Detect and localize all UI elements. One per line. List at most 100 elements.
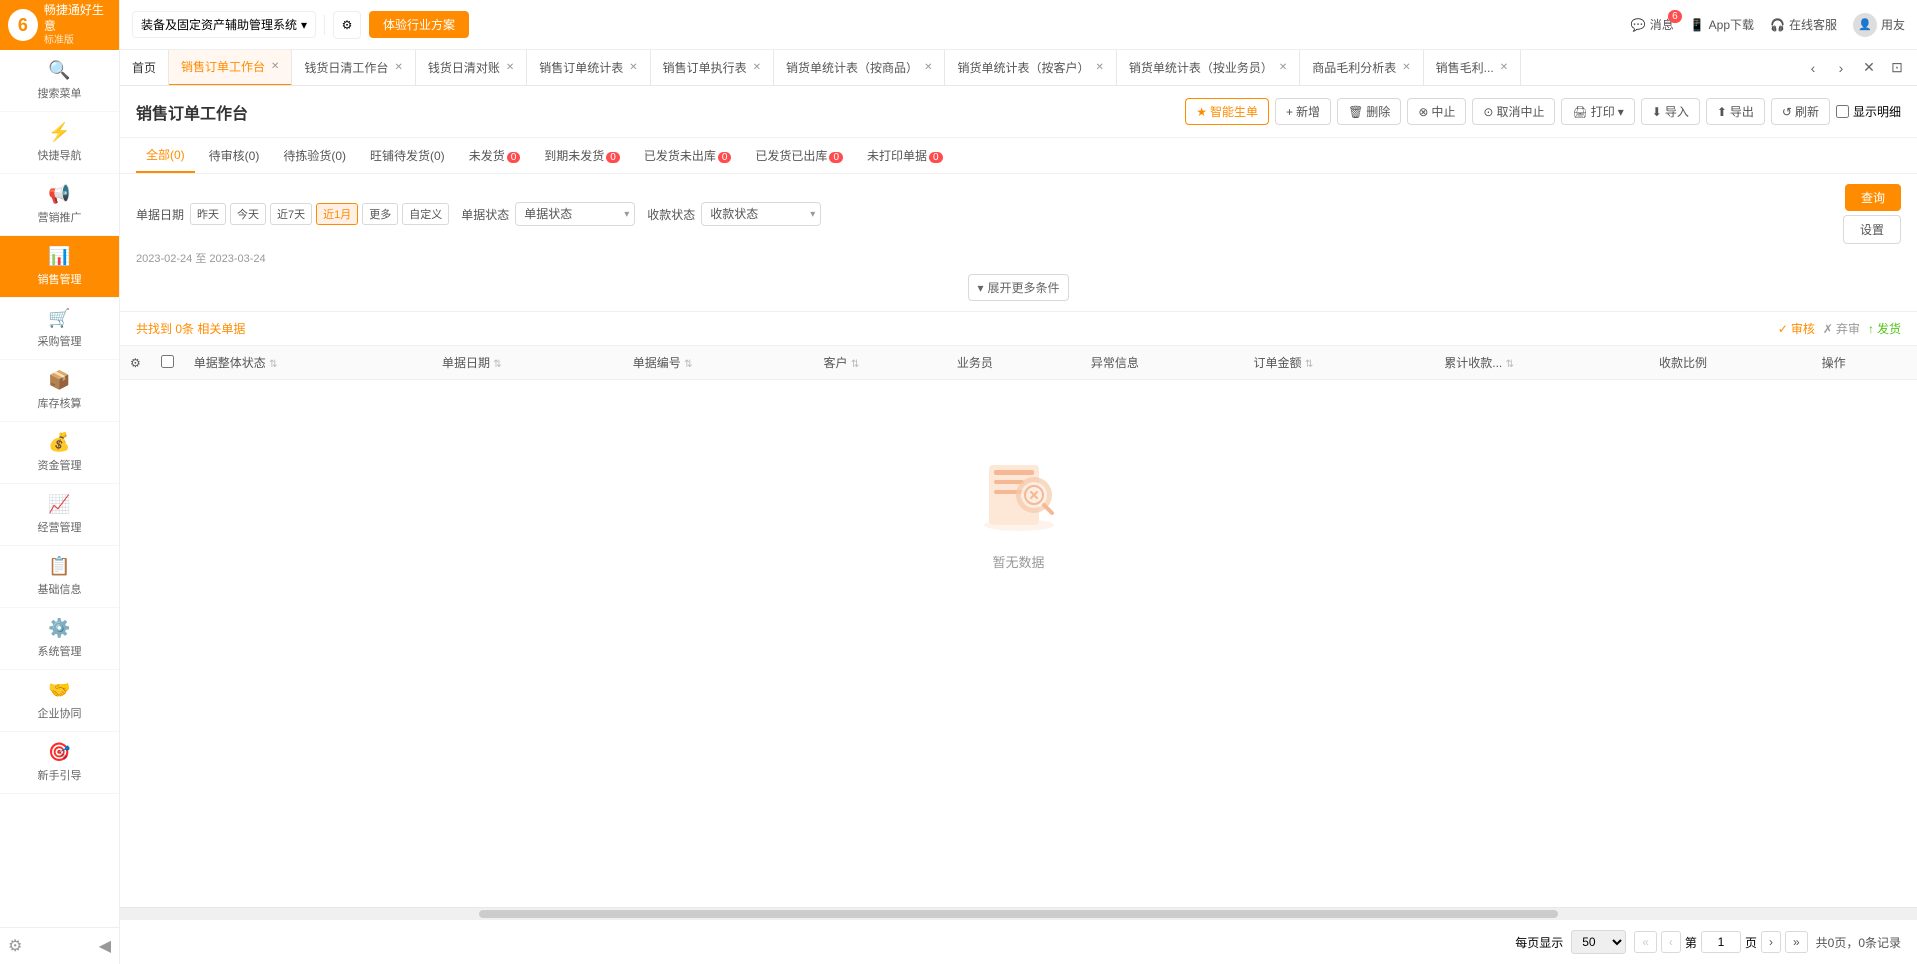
next-page-btn[interactable]: › [1761, 931, 1781, 953]
collection-select[interactable]: 收款状态 [701, 202, 821, 226]
tab-cash-reconcile[interactable]: 钱货日清对账 ✕ [416, 50, 527, 86]
close-icon[interactable]: ✕ [1095, 62, 1103, 73]
sidebar-item-guide[interactable]: 🎯 新手引导 [0, 732, 119, 794]
sub-tab-overdue-unshipped[interactable]: 到期未发货0 [534, 139, 630, 172]
sort-icon: ⇅ [684, 359, 692, 370]
show-detail-label[interactable]: 显示明细 [1836, 103, 1901, 120]
page-size-label: 每页显示 [1515, 934, 1563, 951]
delete-btn[interactable]: 🗑 删除 [1337, 98, 1401, 125]
tab-sales-by-customer[interactable]: 销货单统计表（按客户） ✕ [945, 50, 1116, 86]
tab-sales-gross[interactable]: 销售毛利... ✕ [1424, 50, 1521, 86]
select-all-checkbox[interactable] [161, 355, 174, 368]
last-page-btn[interactable]: » [1785, 931, 1808, 953]
tabs-maximize[interactable]: ⊡ [1885, 56, 1909, 80]
date-btn-more[interactable]: 更多 [362, 203, 398, 225]
tab-sales-by-staff[interactable]: 销货单统计表（按业务员） ✕ [1117, 50, 1300, 86]
sidebar-item-sales[interactable]: 📊 销售管理 [0, 236, 119, 298]
chevron-down-icon: ▾ [301, 18, 307, 32]
sub-tab-unprinted[interactable]: 未打印单据0 [857, 139, 953, 172]
tab-cash-daily[interactable]: 钱货日清工作台 ✕ [292, 50, 415, 86]
close-icon[interactable]: ✕ [1500, 62, 1508, 73]
ship-btn[interactable]: ↑ 发货 [1868, 320, 1901, 337]
sidebar-item-system[interactable]: ⚙️ 系统管理 [0, 608, 119, 670]
sidebar-item-purchase[interactable]: 🛒 采购管理 [0, 298, 119, 360]
tab-sales-exec[interactable]: 销售订单执行表 ✕ [651, 50, 774, 86]
date-btn-today[interactable]: 今天 [230, 203, 266, 225]
logo-text: 畅捷通好生意 标准版 [44, 3, 111, 47]
tab-sales-order-workbench[interactable]: 销售订单工作台 ✕ [169, 50, 292, 86]
stop-btn[interactable]: ⊗ 中止 [1407, 98, 1466, 125]
industry-btn[interactable]: 体验行业方案 [369, 11, 469, 38]
col-ratio: 收款比例 [1649, 346, 1812, 380]
smart-create-btn[interactable]: ★ 智能生单 [1185, 98, 1269, 125]
show-detail-checkbox[interactable] [1836, 105, 1849, 118]
collapse-icon[interactable]: ◀ [99, 936, 111, 956]
message-item[interactable]: 💬 消息 6 [1631, 16, 1674, 33]
sub-tab-pending-audit[interactable]: 待审核(0) [199, 139, 270, 172]
gear-button[interactable]: ⚙ [333, 11, 361, 39]
close-icon[interactable]: ✕ [753, 62, 761, 73]
sidebar-item-basic-info[interactable]: 📋 基础信息 [0, 546, 119, 608]
headset-icon: 🎧 [1770, 18, 1785, 32]
sub-tab-all[interactable]: 全部(0) [136, 138, 195, 173]
sidebar-item-marketing[interactable]: 📢 营销推广 [0, 174, 119, 236]
table-ops: ✓ 审核 ✗ 弃审 ↑ 发货 [1778, 320, 1901, 337]
close-icon[interactable]: ✕ [394, 62, 402, 73]
system-selector[interactable]: 装备及固定资产辅助管理系统 ▾ [132, 11, 316, 38]
date-btn-1month[interactable]: 近1月 [316, 203, 358, 225]
export-btn[interactable]: ⬆ 导出 [1706, 98, 1765, 125]
scrollbar-thumb[interactable] [479, 910, 1557, 918]
date-btn-custom[interactable]: 自定义 [402, 203, 449, 225]
prev-page-btn[interactable]: ‹ [1661, 931, 1681, 953]
close-icon[interactable]: ✕ [271, 61, 279, 72]
sidebar-item-operations[interactable]: 📈 经营管理 [0, 484, 119, 546]
close-icon[interactable]: ✕ [629, 62, 637, 73]
settings-icon[interactable]: ⚙ [8, 936, 22, 956]
date-btn-7days[interactable]: 近7天 [270, 203, 312, 225]
horizontal-scrollbar[interactable] [120, 907, 1917, 919]
tab-sales-by-product[interactable]: 销货单统计表（按商品） ✕ [774, 50, 945, 86]
topbar-actions: 💬 消息 6 📱 App下载 🎧 在线客服 👤 用友 [1631, 13, 1905, 37]
sub-tab-unshipped[interactable]: 未发货0 [459, 139, 531, 172]
message-badge: 6 [1668, 10, 1682, 23]
close-icon[interactable]: ✕ [1279, 62, 1287, 73]
unprinted-badge: 0 [929, 152, 943, 163]
audit-btn[interactable]: ✓ 审核 [1778, 320, 1815, 337]
print-btn[interactable]: 🖨 打印 ▾ [1561, 98, 1634, 125]
tabs-scroll-left[interactable]: ‹ [1801, 56, 1825, 80]
query-btn[interactable]: 查询 [1845, 184, 1901, 211]
tabs-scroll-right[interactable]: › [1829, 56, 1853, 80]
tab-home[interactable]: 首页 [120, 50, 169, 86]
app-download-item[interactable]: 📱 App下载 [1690, 16, 1754, 33]
tab-sales-stats[interactable]: 销售订单统计表 ✕ [527, 50, 650, 86]
status-select[interactable]: 单据状态 [515, 202, 635, 226]
user-menu[interactable]: 👤 用友 [1853, 13, 1905, 37]
sidebar-item-inventory[interactable]: 📦 库存核算 [0, 360, 119, 422]
sidebar-item-search[interactable]: 🔍 搜索菜单 [0, 50, 119, 112]
sub-tab-shipped-not-out[interactable]: 已发货未出库0 [634, 139, 742, 172]
expand-btn[interactable]: ▾ 展开更多条件 [968, 274, 1068, 301]
tab-gross-margin[interactable]: 商品毛利分析表 ✕ [1300, 50, 1423, 86]
page-size-select[interactable]: 50 10 20 100 [1571, 930, 1626, 954]
sidebar-item-finance[interactable]: 💰 资金管理 [0, 422, 119, 484]
sub-tab-wangpu[interactable]: 旺铺待发货(0) [360, 139, 455, 172]
sub-tab-pending-check[interactable]: 待拣验货(0) [273, 139, 356, 172]
date-btn-yesterday[interactable]: 昨天 [190, 203, 226, 225]
online-service-item[interactable]: 🎧 在线客服 [1770, 16, 1837, 33]
sidebar-item-quicknav[interactable]: ⚡ 快捷导航 [0, 112, 119, 174]
first-page-btn[interactable]: « [1634, 931, 1657, 953]
refresh-btn[interactable]: ↺ 刷新 [1771, 98, 1830, 125]
cancel-stop-btn[interactable]: ⊙ 取消中止 [1472, 98, 1555, 125]
close-icon[interactable]: ✕ [924, 62, 932, 73]
tabs-close-all[interactable]: ✕ [1857, 56, 1881, 80]
close-icon[interactable]: ✕ [506, 62, 514, 73]
sidebar-item-collab[interactable]: 🤝 企业协同 [0, 670, 119, 732]
import-btn[interactable]: ⬇ 导入 [1641, 98, 1700, 125]
setting-btn[interactable]: 设置 [1843, 215, 1901, 244]
current-page-input[interactable] [1701, 931, 1741, 953]
logo-icon: 6 [8, 9, 38, 41]
add-btn[interactable]: + 新增 [1275, 98, 1331, 125]
close-icon[interactable]: ✕ [1402, 62, 1410, 73]
sub-tab-shipped-out[interactable]: 已发货已出库0 [745, 139, 853, 172]
cancel-audit-btn[interactable]: ✗ 弃审 [1823, 320, 1860, 337]
